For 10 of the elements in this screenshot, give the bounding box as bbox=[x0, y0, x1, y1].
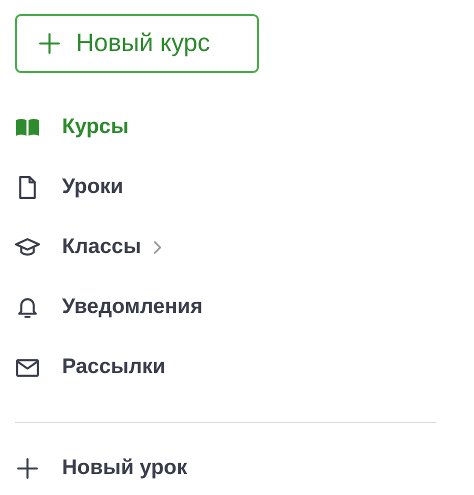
chevron-icon[interactable] bbox=[153, 240, 162, 254]
nav-item[interactable]: Уведомления bbox=[15, 277, 203, 337]
nav-item[interactable]: Классы bbox=[15, 217, 142, 277]
nav-item[interactable]: Рассылки bbox=[15, 337, 166, 397]
nav-item[interactable]: Курсы bbox=[15, 97, 129, 157]
plus-icon bbox=[15, 456, 40, 480]
new-course-button[interactable]: Новый курс bbox=[15, 14, 259, 73]
new-lesson-link[interactable]: Новый урок bbox=[15, 438, 436, 495]
nav-item[interactable]: Уроки bbox=[15, 157, 124, 217]
plus-icon bbox=[37, 31, 62, 56]
